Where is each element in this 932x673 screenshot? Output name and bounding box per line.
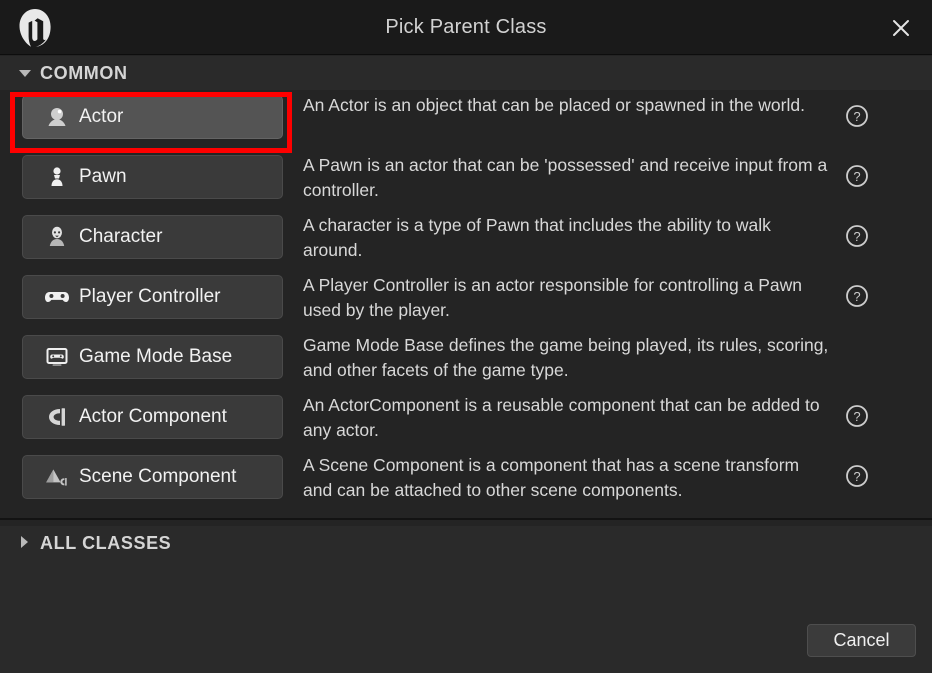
- class-description-character: A character is a type of Pawn that inclu…: [303, 215, 771, 260]
- class-chip-pawn[interactable]: Pawn: [22, 155, 283, 199]
- class-label-character: Character: [79, 226, 163, 247]
- actor-icon: [44, 104, 70, 130]
- class-row-actor-component: Actor Component An ActorComponent is a r…: [0, 390, 932, 450]
- help-circle-icon[interactable]: ?: [845, 164, 869, 188]
- class-description-actor: An Actor is an object that can be placed…: [303, 95, 805, 115]
- class-row-game-mode-base: Game Mode Base Game Mode Base defines th…: [0, 330, 932, 390]
- dialog-title: Pick Parent Class: [385, 16, 547, 38]
- class-description-pawn: A Pawn is an actor that can be 'possesse…: [303, 155, 828, 200]
- class-row-player-controller: Player Controller A Player Controller is…: [0, 270, 932, 330]
- list-footer-separator: [0, 518, 932, 520]
- gamepad-icon: [44, 284, 70, 310]
- class-description-game-mode-base: Game Mode Base defines the game being pl…: [303, 335, 829, 380]
- class-chip-player-controller[interactable]: Player Controller: [22, 275, 283, 319]
- class-description-actor-component: An ActorComponent is a reusable componen…: [303, 395, 820, 440]
- pawn-icon: [44, 164, 70, 190]
- triangle-down-icon: [18, 66, 32, 80]
- help-circle-icon[interactable]: ?: [845, 224, 869, 248]
- svg-text:?: ?: [853, 109, 860, 124]
- class-label-scene-component: Scene Component: [79, 466, 237, 487]
- dialog-footer: [0, 560, 932, 673]
- class-row-character: Character A character is a type of Pawn …: [0, 210, 932, 270]
- scene-component-icon: [44, 464, 70, 490]
- svg-text:?: ?: [853, 289, 860, 304]
- section-header-common[interactable]: COMMON: [0, 56, 932, 90]
- class-label-pawn: Pawn: [79, 166, 127, 187]
- class-chip-actor[interactable]: Actor: [22, 95, 283, 139]
- section-label-common: COMMON: [40, 62, 128, 83]
- class-label-actor-component: Actor Component: [79, 406, 227, 427]
- class-row-scene-component: Scene Component A Scene Component is a c…: [0, 450, 932, 510]
- common-class-list: Actor An Actor is an object that can be …: [0, 90, 932, 518]
- svg-text:?: ?: [853, 169, 860, 184]
- svg-text:?: ?: [853, 469, 860, 484]
- character-icon: [44, 224, 70, 250]
- section-header-all-classes[interactable]: ALL CLASSES: [0, 526, 932, 560]
- class-chip-scene-component[interactable]: Scene Component: [22, 455, 283, 499]
- unreal-engine-logo: [12, 5, 58, 51]
- help-circle-icon[interactable]: ?: [845, 284, 869, 308]
- class-row-actor: Actor An Actor is an object that can be …: [0, 90, 932, 150]
- class-chip-game-mode-base[interactable]: Game Mode Base: [22, 335, 283, 379]
- svg-text:?: ?: [853, 229, 860, 244]
- dialog-titlebar: Pick Parent Class: [0, 0, 932, 55]
- class-description-player-controller: A Player Controller is an actor responsi…: [303, 275, 802, 320]
- class-chip-character[interactable]: Character: [22, 215, 283, 259]
- class-row-pawn: Pawn A Pawn is an actor that can be 'pos…: [0, 150, 932, 210]
- class-label-player-controller: Player Controller: [79, 286, 221, 307]
- class-description-scene-component: A Scene Component is a component that ha…: [303, 455, 800, 500]
- class-label-actor: Actor: [79, 106, 124, 127]
- game-mode-icon: [44, 344, 70, 370]
- pick-parent-class-dialog: Pick Parent Class COMMON Actor An Actor …: [0, 0, 932, 673]
- class-chip-actor-component[interactable]: Actor Component: [22, 395, 283, 439]
- cancel-button[interactable]: Cancel: [807, 624, 916, 657]
- close-icon[interactable]: [884, 11, 918, 44]
- section-label-all-classes: ALL CLASSES: [40, 532, 172, 553]
- help-circle-icon[interactable]: ?: [845, 104, 869, 128]
- help-circle-icon[interactable]: ?: [845, 404, 869, 428]
- actor-component-icon: [44, 404, 70, 430]
- triangle-right-icon: [18, 536, 32, 550]
- svg-text:?: ?: [853, 409, 860, 424]
- help-circle-icon[interactable]: ?: [845, 464, 869, 488]
- class-label-game-mode-base: Game Mode Base: [79, 346, 233, 367]
